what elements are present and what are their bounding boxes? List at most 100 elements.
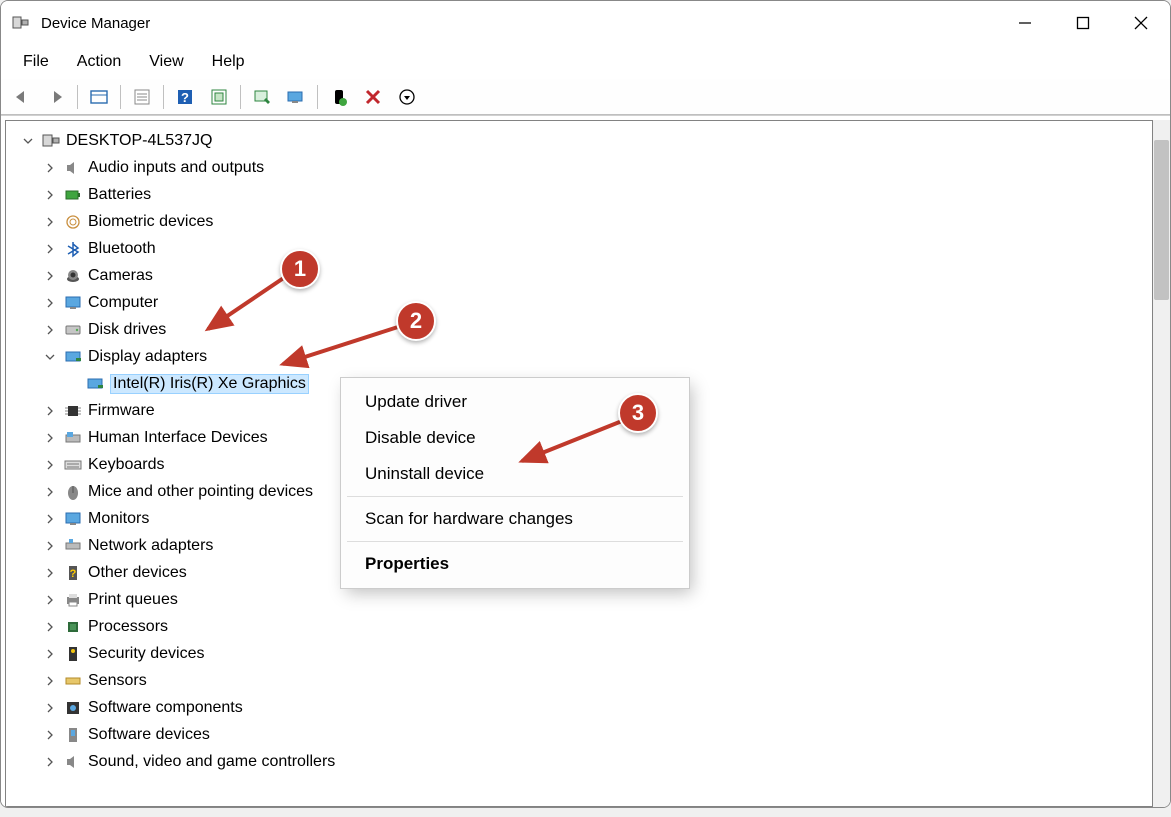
refresh-button[interactable] (204, 83, 234, 111)
tree-item-software-devices[interactable]: Software devices (14, 721, 1152, 748)
context-menu-separator (347, 541, 683, 542)
vertical-scrollbar[interactable] (1153, 120, 1170, 807)
keyboard-icon (62, 456, 84, 474)
tree-item-batteries[interactable]: Batteries (14, 181, 1152, 208)
chevron-right-icon[interactable] (42, 214, 58, 230)
tree-item-label: Bluetooth (88, 240, 156, 258)
chevron-right-icon[interactable] (42, 403, 58, 419)
cpu-icon (62, 618, 84, 636)
tree-item-label: Disk drives (88, 321, 166, 339)
help-button[interactable]: ? (170, 83, 200, 111)
chevron-right-icon[interactable] (42, 619, 58, 635)
tree-item-audio[interactable]: Audio inputs and outputs (14, 154, 1152, 181)
battery-icon (62, 186, 84, 204)
chevron-down-icon[interactable] (20, 133, 36, 149)
chevron-right-icon[interactable] (42, 241, 58, 257)
tree-item-sound-video-game[interactable]: Sound, video and game controllers (14, 748, 1152, 775)
toolbar-separator (77, 85, 78, 109)
monitor-icon (62, 294, 84, 312)
chevron-down-icon[interactable] (42, 349, 58, 365)
chevron-right-icon[interactable] (42, 430, 58, 446)
annotation-badge-1: 1 (280, 249, 320, 289)
chevron-right-icon[interactable] (42, 511, 58, 527)
menu-file[interactable]: File (9, 49, 63, 75)
context-menu-properties[interactable]: Properties (341, 546, 689, 582)
scrollbar-thumb[interactable] (1154, 140, 1169, 300)
tree-root[interactable]: DESKTOP-4L537JQ (14, 127, 1152, 154)
disk-icon (62, 321, 84, 339)
bluetooth-icon (62, 240, 84, 258)
menu-view[interactable]: View (135, 49, 197, 75)
chevron-right-icon[interactable] (42, 484, 58, 500)
tree-item-label: Sound, video and game controllers (88, 753, 335, 771)
enable-device-button[interactable] (324, 83, 354, 111)
chevron-right-icon[interactable] (42, 457, 58, 473)
tree-item-label: Human Interface Devices (88, 429, 268, 447)
tree-item-computer[interactable]: Computer (14, 289, 1152, 316)
chevron-right-icon[interactable] (42, 538, 58, 554)
chevron-right-icon[interactable] (42, 160, 58, 176)
properties-button[interactable] (127, 83, 157, 111)
chevron-right-icon[interactable] (42, 187, 58, 203)
chevron-right-icon[interactable] (42, 268, 58, 284)
chevron-right-icon[interactable] (42, 295, 58, 311)
mouse-icon (62, 483, 84, 501)
uninstall-device-button[interactable] (358, 83, 388, 111)
chevron-right-icon[interactable] (42, 673, 58, 689)
device-tree[interactable]: DESKTOP-4L537JQ Audio inputs and outputs… (5, 120, 1153, 807)
nav-forward-button[interactable] (41, 83, 71, 111)
tree-item-software-components[interactable]: Software components (14, 694, 1152, 721)
toolbar-separator (163, 85, 164, 109)
context-menu-scan-hardware[interactable]: Scan for hardware changes (341, 501, 689, 537)
tree-item-sensors[interactable]: Sensors (14, 667, 1152, 694)
monitor-icon (62, 510, 84, 528)
scan-hardware-button[interactable] (281, 83, 311, 111)
chevron-right-icon[interactable] (42, 592, 58, 608)
close-button[interactable] (1112, 1, 1170, 45)
tree-item-processors[interactable]: Processors (14, 613, 1152, 640)
update-driver-button[interactable] (247, 83, 277, 111)
tree-item-label: Intel(R) Iris(R) Xe Graphics (110, 374, 309, 394)
action-arrow-button[interactable] (392, 83, 422, 111)
network-icon (62, 537, 84, 555)
tree-item-cameras[interactable]: Cameras (14, 262, 1152, 289)
chevron-right-icon[interactable] (42, 727, 58, 743)
svg-text:?: ? (181, 90, 189, 105)
tree-item-label: Audio inputs and outputs (88, 159, 264, 177)
annotation-arrow-3 (512, 411, 632, 471)
tree-item-label: Monitors (88, 510, 149, 528)
chevron-right-icon[interactable] (42, 322, 58, 338)
software-device-icon (62, 726, 84, 744)
chevron-right-icon[interactable] (42, 565, 58, 581)
tree-item-security-devices[interactable]: Security devices (14, 640, 1152, 667)
chevron-right-icon[interactable] (42, 646, 58, 662)
tree-item-label: Keyboards (88, 456, 165, 474)
maximize-button[interactable] (1054, 1, 1112, 45)
titlebar: Device Manager (1, 1, 1170, 45)
speaker-icon (62, 753, 84, 771)
chevron-right-icon[interactable] (42, 700, 58, 716)
show-hidden-button[interactable] (84, 83, 114, 111)
menu-action[interactable]: Action (63, 49, 135, 75)
toolbar-separator (120, 85, 121, 109)
tree-item-print-queues[interactable]: Print queues (14, 586, 1152, 613)
tree-item-disk-drives[interactable]: Disk drives (14, 316, 1152, 343)
tree-item-bluetooth[interactable]: Bluetooth (14, 235, 1152, 262)
nav-back-button[interactable] (7, 83, 37, 111)
component-icon (62, 699, 84, 717)
tree-item-label: Security devices (88, 645, 205, 663)
svg-text:?: ? (70, 568, 77, 580)
minimize-button[interactable] (996, 1, 1054, 45)
display-adapter-icon (84, 375, 106, 393)
tree-item-display-adapters[interactable]: Display adapters (14, 343, 1152, 370)
tree-item-label: Software components (88, 699, 243, 717)
annotation-badge-3: 3 (618, 393, 658, 433)
tree-item-label: Batteries (88, 186, 151, 204)
tree-root-label: DESKTOP-4L537JQ (66, 132, 212, 150)
computer-icon (40, 132, 62, 150)
menu-help[interactable]: Help (198, 49, 259, 75)
tree-item-biometric[interactable]: Biometric devices (14, 208, 1152, 235)
tree-item-label: Display adapters (88, 348, 207, 366)
hid-icon (62, 429, 84, 447)
chevron-right-icon[interactable] (42, 754, 58, 770)
